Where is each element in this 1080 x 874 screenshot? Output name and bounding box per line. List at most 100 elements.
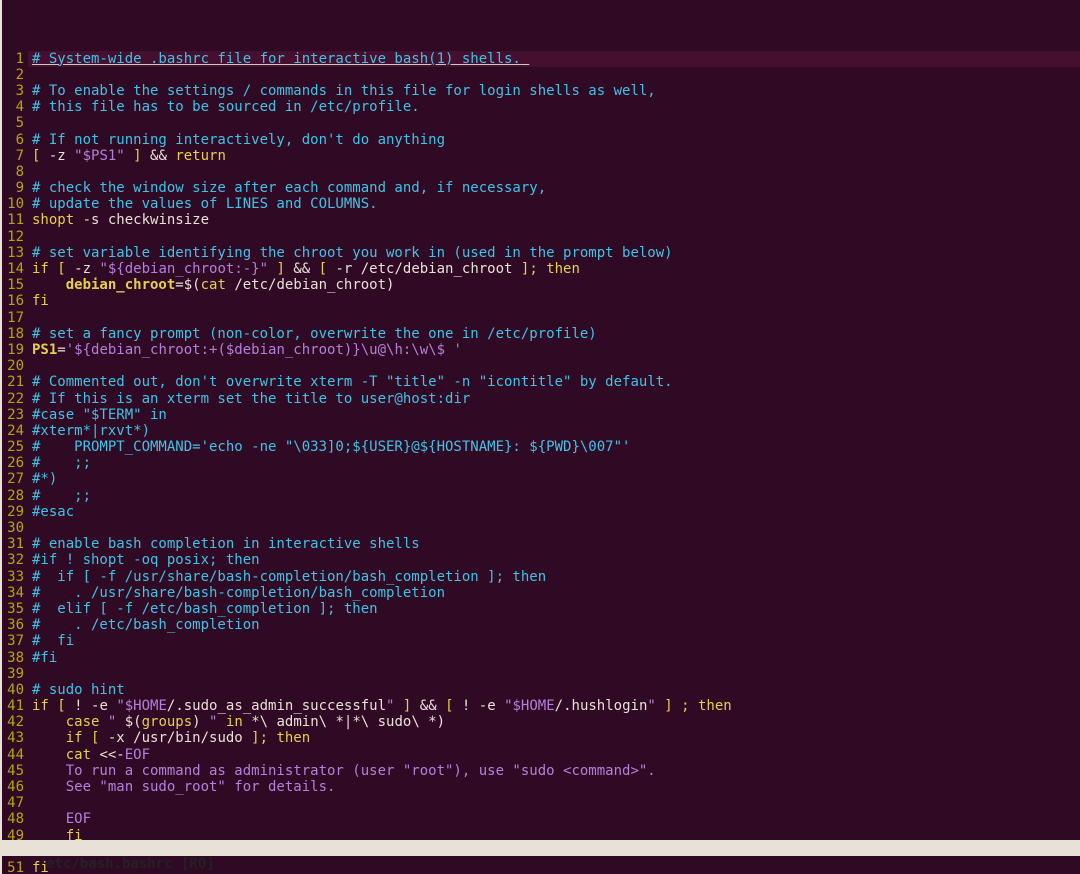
code-line[interactable]: 11shopt -s checkwinsize: [0, 212, 1080, 228]
code-line[interactable]: 47: [0, 795, 1080, 811]
code-line[interactable]: 36# . /etc/bash_completion: [0, 617, 1080, 633]
line-content: PS1='${debian_chroot:+($debian_chroot)}\…: [28, 342, 1080, 358]
code-line[interactable]: 19PS1='${debian_chroot:+($debian_chroot)…: [0, 342, 1080, 358]
line-content: # sudo hint: [28, 682, 1080, 698]
code-line[interactable]: 23#case "$TERM" in: [0, 407, 1080, 423]
line-number: 43: [0, 730, 28, 746]
code-line[interactable]: 33# if [ -f /usr/share/bash-completion/b…: [0, 569, 1080, 585]
code-line[interactable]: 43 if [ -x /usr/bin/sudo ]; then: [0, 730, 1080, 746]
line-content: if [ -x /usr/bin/sudo ]; then: [28, 730, 1080, 746]
line-content: [ -z "$PS1" ] && return: [28, 148, 1080, 164]
line-content: # System-wide .bashrc file for interacti…: [28, 51, 1080, 67]
line-number: 14: [0, 261, 28, 277]
line-content: # fi: [28, 633, 1080, 649]
code-line[interactable]: 38#fi: [0, 650, 1080, 666]
line-content: # update the values of LINES and COLUMNS…: [28, 196, 1080, 212]
code-line[interactable]: 28# ;;: [0, 488, 1080, 504]
line-content: # enable bash completion in interactive …: [28, 536, 1080, 552]
line-number: 37: [0, 633, 28, 649]
line-content: EOF: [28, 811, 1080, 827]
code-line[interactable]: 41if [ ! -e "$HOME/.sudo_as_admin_succes…: [0, 698, 1080, 714]
code-line[interactable]: 45 To run a command as administrator (us…: [0, 763, 1080, 779]
line-content: # set a fancy prompt (non-color, overwri…: [28, 326, 1080, 342]
code-line[interactable]: 27#*): [0, 471, 1080, 487]
code-line[interactable]: 48 EOF: [0, 811, 1080, 827]
code-line[interactable]: 29#esac: [0, 504, 1080, 520]
code-line[interactable]: 9# check the window size after each comm…: [0, 180, 1080, 196]
code-line[interactable]: 44 cat <<-EOF: [0, 747, 1080, 763]
code-line[interactable]: 15 debian_chroot=$(cat /etc/debian_chroo…: [0, 277, 1080, 293]
line-number: 21: [0, 374, 28, 390]
line-number: 26: [0, 455, 28, 471]
code-line[interactable]: 6# If not running interactively, don't d…: [0, 132, 1080, 148]
line-content: # If this is an xterm set the title to u…: [28, 391, 1080, 407]
code-line[interactable]: 7[ -z "$PS1" ] && return: [0, 148, 1080, 164]
code-line[interactable]: 10# update the values of LINES and COLUM…: [0, 196, 1080, 212]
line-content: if [ ! -e "$HOME/.sudo_as_admin_successf…: [28, 698, 1080, 714]
line-number: 18: [0, 326, 28, 342]
line-number: 22: [0, 391, 28, 407]
vim-editor[interactable]: 1# System-wide .bashrc file for interact…: [0, 0, 1080, 874]
line-number: 30: [0, 520, 28, 536]
line-number: 5: [0, 115, 28, 131]
line-number: 6: [0, 132, 28, 148]
code-line[interactable]: 32#if ! shopt -oq posix; then: [0, 552, 1080, 568]
line-number: 46: [0, 779, 28, 795]
line-number: 11: [0, 212, 28, 228]
code-line[interactable]: 1# System-wide .bashrc file for interact…: [0, 51, 1080, 67]
line-content: # if [ -f /usr/share/bash-completion/bas…: [28, 569, 1080, 585]
code-line[interactable]: 42 case " $(groups) " in *\ admin\ *|*\ …: [0, 714, 1080, 730]
status-bar: /etc/bash.bashrc [RO]: [0, 840, 1080, 856]
line-content: shopt -s checkwinsize: [28, 212, 1080, 228]
code-line[interactable]: 46 See "man sudo_root" for details.: [0, 779, 1080, 795]
line-number: 10: [0, 196, 28, 212]
line-content: # To enable the settings / commands in t…: [28, 83, 1080, 99]
code-line[interactable]: 37# fi: [0, 633, 1080, 649]
code-line[interactable]: 40# sudo hint: [0, 682, 1080, 698]
line-content: case " $(groups) " in *\ admin\ *|*\ sud…: [28, 714, 1080, 730]
code-line[interactable]: 3# To enable the settings / commands in …: [0, 83, 1080, 99]
code-line[interactable]: 20: [0, 358, 1080, 374]
line-number: 20: [0, 358, 28, 374]
line-content: # . /usr/share/bash-completion/bash_comp…: [28, 585, 1080, 601]
line-number: 13: [0, 245, 28, 261]
code-line[interactable]: 25# PROMPT_COMMAND='echo -ne "\033]0;${U…: [0, 439, 1080, 455]
code-line[interactable]: 17: [0, 310, 1080, 326]
code-line[interactable]: 16fi: [0, 293, 1080, 309]
code-area[interactable]: 1# System-wide .bashrc file for interact…: [0, 51, 1080, 874]
code-line[interactable]: 22# If this is an xterm set the title to…: [0, 391, 1080, 407]
line-content: # . /etc/bash_completion: [28, 617, 1080, 633]
code-line[interactable]: 12: [0, 229, 1080, 245]
code-line[interactable]: 18# set a fancy prompt (non-color, overw…: [0, 326, 1080, 342]
line-number: 2: [0, 67, 28, 83]
line-content: #case "$TERM" in: [28, 407, 1080, 423]
line-number: 1: [0, 51, 28, 67]
line-number: 34: [0, 585, 28, 601]
line-content: # ;;: [28, 455, 1080, 471]
code-line[interactable]: 26# ;;: [0, 455, 1080, 471]
line-number: 45: [0, 763, 28, 779]
code-line[interactable]: 14if [ -z "${debian_chroot:-}" ] && [ -r…: [0, 261, 1080, 277]
line-content: #*): [28, 471, 1080, 487]
code-line[interactable]: 34# . /usr/share/bash-completion/bash_co…: [0, 585, 1080, 601]
line-number: 35: [0, 601, 28, 617]
line-content: debian_chroot=$(cat /etc/debian_chroot): [28, 277, 1080, 293]
code-line[interactable]: 5: [0, 115, 1080, 131]
code-line[interactable]: 39: [0, 666, 1080, 682]
line-content: #xterm*|rxvt*): [28, 423, 1080, 439]
line-number: 31: [0, 536, 28, 552]
line-content: # set variable identifying the chroot yo…: [28, 245, 1080, 261]
code-line[interactable]: 31# enable bash completion in interactiv…: [0, 536, 1080, 552]
code-line[interactable]: 21# Commented out, don't overwrite xterm…: [0, 374, 1080, 390]
code-line[interactable]: 4# this file has to be sourced in /etc/p…: [0, 99, 1080, 115]
code-line[interactable]: 13# set variable identifying the chroot …: [0, 245, 1080, 261]
code-line[interactable]: 2: [0, 67, 1080, 83]
code-line[interactable]: 30: [0, 520, 1080, 536]
code-line[interactable]: 24#xterm*|rxvt*): [0, 423, 1080, 439]
line-content: #fi: [28, 650, 1080, 666]
code-line[interactable]: 35# elif [ -f /etc/bash_completion ]; th…: [0, 601, 1080, 617]
line-number: 38: [0, 650, 28, 666]
line-number: 24: [0, 423, 28, 439]
code-line[interactable]: 8: [0, 164, 1080, 180]
line-number: 41: [0, 698, 28, 714]
